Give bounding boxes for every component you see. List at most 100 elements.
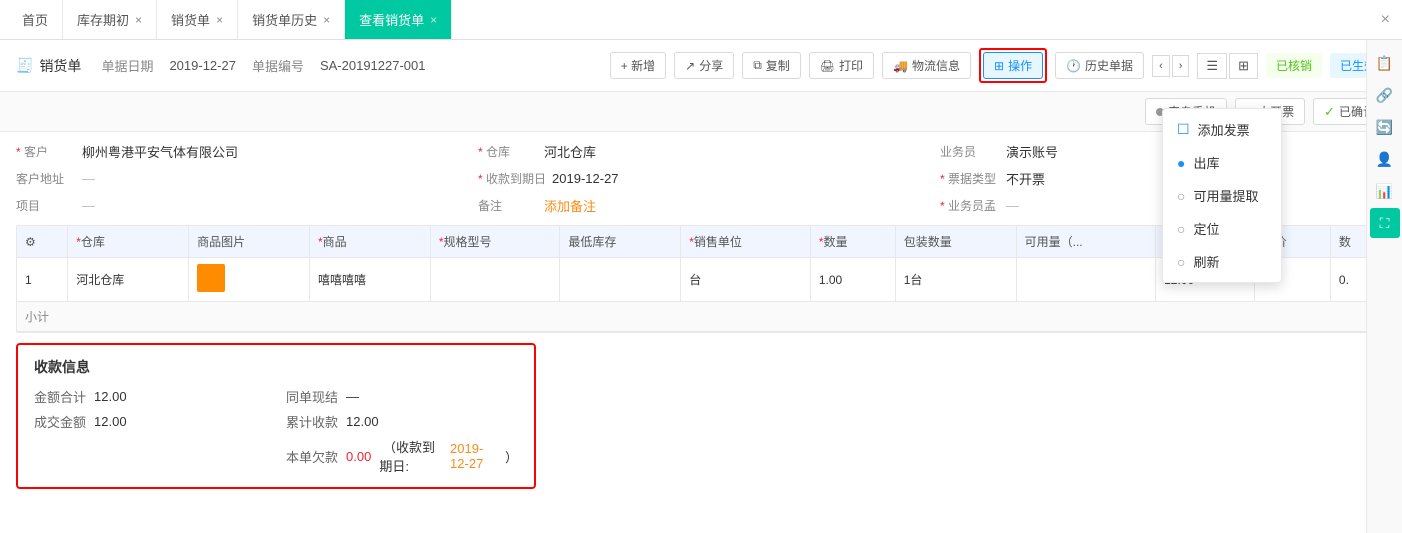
cell-qty: 1.00 <box>810 258 895 302</box>
sidebar-sync-icon[interactable]: 🔄 <box>1370 112 1400 142</box>
salesperson-label: 业务员 <box>940 143 1000 160</box>
next-button[interactable]: › <box>1172 55 1190 77</box>
form-title: 销货单 <box>39 56 81 76</box>
salesperson2-value: — <box>1006 198 1019 213</box>
cell-warehouse: 河北仓库 <box>68 258 189 302</box>
cell-img <box>189 258 310 302</box>
dropdown-locate[interactable]: ○ 定位 <box>1163 212 1281 245</box>
col-settings[interactable]: ⚙ <box>17 226 68 258</box>
sidebar-expand-icon[interactable]: ⛶ <box>1370 208 1400 238</box>
add-note-button[interactable]: 添加备注 <box>544 196 596 215</box>
sidebar-user-icon[interactable]: 👤 <box>1370 144 1400 174</box>
customer-value: 柳州粤港平安气体有限公司 <box>82 142 238 161</box>
deal-amount-row: 成交金额 12.00 <box>34 412 266 431</box>
cell-spec <box>430 258 560 302</box>
view-buttons: ☰ ⊞ <box>1197 53 1258 79</box>
due-date-label: 收款到期日 <box>478 170 546 187</box>
operations-button[interactable]: ⊞ 操作 <box>983 52 1043 79</box>
product-image <box>197 264 225 292</box>
payment-col-right: 同单现结 — 累计收款 12.00 本单欠款 0.00 （收款到期日: 2019… <box>286 387 518 475</box>
available-label: 可用量提取 <box>1193 186 1258 205</box>
tab-sales-order[interactable]: 销货单 × <box>157 0 238 39</box>
dropdown-refresh[interactable]: ○ 刷新 <box>1163 245 1281 278</box>
sidebar-chart-icon[interactable]: 📊 <box>1370 176 1400 206</box>
project-label: 项目 <box>16 197 76 214</box>
outbound-icon: ● <box>1177 155 1185 171</box>
confirm-check-icon: ✓ <box>1324 104 1335 120</box>
add-invoice-label: 添加发票 <box>1198 120 1250 139</box>
list-view-button[interactable]: ☰ <box>1197 53 1227 79</box>
tab-inventory-init[interactable]: 库存期初 × <box>63 0 157 39</box>
dropdown-add-invoice[interactable]: ☐ 添加发票 <box>1163 113 1281 146</box>
due-date-field: 收款到期日 2019-12-27 <box>478 169 924 188</box>
close-inventory-init[interactable]: × <box>135 13 142 27</box>
sidebar-link-icon[interactable]: 🔗 <box>1370 80 1400 110</box>
refresh-icon: ○ <box>1177 254 1185 270</box>
history-icon: 🕐 <box>1066 59 1081 73</box>
owe-close: ） <box>505 447 518 466</box>
total-label: 金额合计 <box>34 387 86 406</box>
prev-button[interactable]: ‹ <box>1152 55 1170 77</box>
deal-amount-value: 12.00 <box>94 414 127 429</box>
tab-bar-close-all[interactable]: × <box>1381 11 1390 29</box>
close-sales-history[interactable]: × <box>323 13 330 27</box>
cumulative-value: 12.00 <box>346 414 379 429</box>
note-field: 备注 添加备注 <box>478 196 924 215</box>
history-button[interactable]: 🕐 历史单据 <box>1055 52 1144 79</box>
sidebar-form-icon[interactable]: 📋 <box>1370 48 1400 78</box>
col-product-img: 商品图片 <box>189 226 310 258</box>
cumulative-label: 累计收款 <box>286 412 338 431</box>
col-warehouse: *仓库 <box>68 226 189 258</box>
cell-no: 1 <box>17 258 68 302</box>
owe-note: （收款到期日: <box>379 437 442 475</box>
print-button[interactable]: 🖨 打印 <box>809 52 874 79</box>
form-icon: 🧾 <box>16 57 33 74</box>
col-available: 可用量（... <box>1016 226 1155 258</box>
tab-view-sales[interactable]: 查看销货单 × <box>345 0 452 39</box>
form-header: 🧾 销货单 单据日期 2019-12-27 单据编号 SA-20191227-0… <box>0 40 1402 92</box>
share-icon: ↗ <box>685 59 695 73</box>
tab-home[interactable]: 首页 <box>8 0 63 39</box>
no-label: 单据编号 <box>252 56 304 75</box>
total-value: 12.00 <box>94 389 127 404</box>
col-pack-qty: 包装数量 <box>895 226 1016 258</box>
cell-unit: 台 <box>681 258 811 302</box>
add-button[interactable]: + 新增 <box>610 52 666 79</box>
same-order-label: 同单现结 <box>286 387 338 406</box>
share-button[interactable]: ↗ 分享 <box>674 52 734 79</box>
address-label: 客户地址 <box>16 170 76 187</box>
warehouse-label: 仓库 <box>478 143 538 160</box>
close-view-sales[interactable]: × <box>430 13 437 27</box>
salesperson2-label: 业务员孟 <box>940 197 1000 214</box>
due-date-value: 2019-12-27 <box>552 171 619 186</box>
address-value: — <box>82 171 95 186</box>
dropdown-available[interactable]: ○ 可用量提取 <box>1163 179 1281 212</box>
grid-view-button[interactable]: ⊞ <box>1229 53 1258 79</box>
customer-field: 客户 柳州粤港平安气体有限公司 <box>16 142 462 161</box>
cell-product: 嘻嘻嘻嘻 <box>309 258 430 302</box>
col-spec: *规格型号 <box>430 226 560 258</box>
deal-amount-label: 成交金额 <box>34 412 86 431</box>
tab-sales-history[interactable]: 销货单历史 × <box>238 0 345 39</box>
same-order-row: 同单现结 — <box>286 387 518 406</box>
payment-col-left: 金额合计 12.00 成交金额 12.00 <box>34 387 266 475</box>
cumulative-row: 累计收款 12.00 <box>286 412 518 431</box>
nav-arrows: ‹ › <box>1152 55 1189 77</box>
main-content: 🧾 销货单 单据日期 2019-12-27 单据编号 SA-20191227-0… <box>0 40 1402 533</box>
payment-title: 收款信息 <box>34 357 518 377</box>
payment-section: 收款信息 金额合计 12.00 成交金额 12.00 同单现结 — <box>16 343 536 489</box>
copy-button[interactable]: ⧉ 复制 <box>742 52 801 79</box>
logistics-icon: 🚚 <box>893 59 908 73</box>
form-meta: 单据日期 2019-12-27 单据编号 SA-20191227-001 <box>101 56 609 75</box>
operations-dropdown: ☐ 添加发票 ● 出库 ○ 可用量提取 ○ 定位 ○ 刷新 <box>1162 108 1282 283</box>
close-sales-order[interactable]: × <box>216 13 223 27</box>
right-sidebar: 📋 🔗 🔄 👤 📊 ⛶ <box>1366 40 1402 533</box>
no-value: SA-20191227-001 <box>320 58 426 73</box>
warehouse-field: 仓库 河北仓库 <box>478 142 924 161</box>
logistics-button[interactable]: 🚚 物流信息 <box>882 52 971 79</box>
operations-icon: ⊞ <box>994 59 1004 73</box>
dropdown-outbound[interactable]: ● 出库 <box>1163 146 1281 179</box>
current-owe-value: 0.00 <box>346 449 371 464</box>
note-label: 备注 <box>478 197 538 214</box>
copy-icon: ⧉ <box>753 58 762 73</box>
